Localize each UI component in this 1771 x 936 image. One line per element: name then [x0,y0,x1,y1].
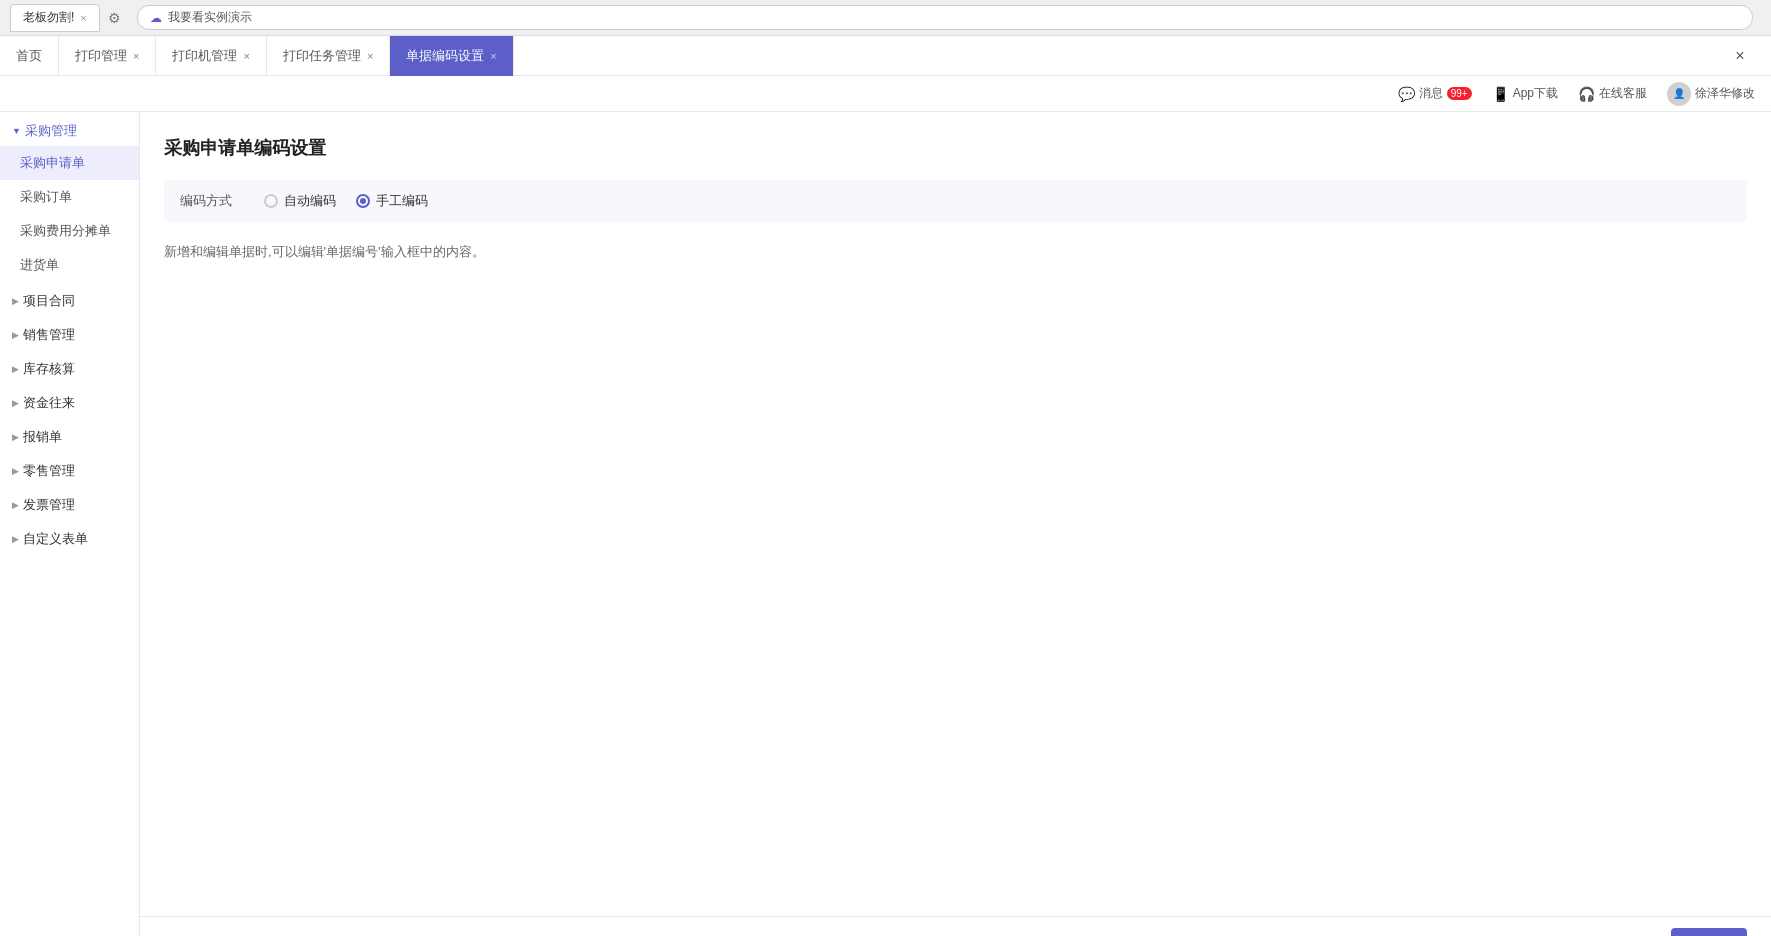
hint-text: 新增和编辑单据时,可以编辑'单据编号'输入框中的内容。 [164,242,1747,263]
tab-code-settings-label: 单据编码设置 [406,47,484,65]
tab-print-management-label: 打印管理 [75,47,127,65]
radio-manual-code[interactable]: 手工编码 [356,192,428,210]
message-button[interactable]: 💬 消息 99+ [1398,85,1472,102]
sidebar: 采购管理 采购申请单 采购订单 采购费用分摊单 进货单 项目合同 销售管理 库存… [0,112,140,936]
user-name: 徐泽华修改 [1695,85,1755,102]
radio-manual-code-circle [356,194,370,208]
browser-tab-close[interactable]: × [80,12,86,24]
tab-printer-management-close[interactable]: × [243,50,249,62]
app-download-button[interactable]: 📱 App下载 [1492,85,1558,102]
sidebar-item-purchase-order[interactable]: 采购订单 [0,180,139,214]
sidebar-group-project[interactable]: 项目合同 [0,282,139,316]
header-right: 💬 消息 99+ 📱 App下载 🎧 在线客服 👤 徐泽华修改 [1398,82,1755,106]
browser-address-bar[interactable]: ☁ 我要看实例演示 [137,5,1753,30]
sidebar-group-purchase-label: 采购管理 [25,122,77,140]
sidebar-item-purchase-request[interactable]: 采购申请单 [0,146,139,180]
content-main: 采购申请单编码设置 编码方式 自动编码 手工编码 新增和编辑单据时,可以编辑'单… [140,112,1771,916]
sidebar-group-project-label: 项目合同 [23,292,75,310]
browser-tab-label: 老板勿割! [23,9,74,26]
sidebar-group-retail[interactable]: 零售管理 [0,452,139,486]
online-service-button[interactable]: 🎧 在线客服 [1578,85,1647,102]
sidebar-group-retail-label: 零售管理 [23,462,75,480]
tab-print-management-close[interactable]: × [133,50,139,62]
save-button[interactable]: 保存 [1671,928,1747,937]
message-badge: 99+ [1447,87,1472,100]
browser-tab[interactable]: 老板勿割! × [10,4,100,32]
user-menu-button[interactable]: 👤 徐泽华修改 [1667,82,1755,106]
sidebar-group-sales[interactable]: 销售管理 [0,316,139,350]
nav-tab-print-task[interactable]: 打印任务管理 × [267,36,390,76]
radio-auto-code[interactable]: 自动编码 [264,192,336,210]
sidebar-group-invoice-label: 发票管理 [23,496,75,514]
content-area: 采购申请单编码设置 编码方式 自动编码 手工编码 新增和编辑单据时,可以编辑'单… [140,112,1771,936]
sidebar-group-custom-form-label: 自定义表单 [23,530,88,548]
settings-icon[interactable]: ⚙ [108,10,121,26]
encoding-label: 编码方式 [180,192,240,210]
sidebar-item-goods-receipt[interactable]: 进货单 [0,248,139,282]
app-download-label: App下载 [1513,85,1558,102]
tab-print-task-label: 打印任务管理 [283,47,361,65]
nav-tab-print-management[interactable]: 打印管理 × [59,36,156,76]
app-download-icon: 📱 [1492,86,1509,102]
sidebar-group-inventory[interactable]: 库存核算 [0,350,139,384]
sidebar-group-capital-label: 资金往来 [23,394,75,412]
tab-print-task-close[interactable]: × [367,50,373,62]
address-text: 我要看实例演示 [168,9,252,26]
main-layout: 采购管理 采购申请单 采购订单 采购费用分摊单 进货单 项目合同 销售管理 库存… [0,112,1771,936]
sidebar-group-capital[interactable]: 资金往来 [0,384,139,418]
tab-printer-management-label: 打印机管理 [172,47,237,65]
message-icon: 💬 [1398,86,1415,102]
header-bar: 💬 消息 99+ 📱 App下载 🎧 在线客服 👤 徐泽华修改 [0,76,1771,112]
radio-auto-code-label: 自动编码 [284,192,336,210]
sidebar-group-expense-label: 报销单 [23,428,62,446]
sidebar-group-expense[interactable]: 报销单 [0,418,139,452]
headset-icon: 🎧 [1578,86,1595,102]
nav-tab-printer-management[interactable]: 打印机管理 × [156,36,266,76]
sidebar-group-custom-form[interactable]: 自定义表单 [0,520,139,554]
sidebar-group-inventory-label: 库存核算 [23,360,75,378]
message-label: 消息 [1419,85,1443,102]
online-service-label: 在线客服 [1599,85,1647,102]
nav-tab-home[interactable]: 首页 [0,36,59,76]
sidebar-group-purchase[interactable]: 采购管理 [0,112,139,146]
top-nav: 首页 打印管理 × 打印机管理 × 打印任务管理 × 单据编码设置 × × [0,36,1771,76]
nav-tab-code-settings[interactable]: 单据编码设置 × [390,36,513,76]
top-nav-right: × [1725,41,1771,71]
content-footer: 保存 [140,916,1771,936]
radio-auto-code-circle [264,194,278,208]
page-title: 采购申请单编码设置 [164,136,1747,160]
tab-code-settings-close[interactable]: × [490,50,496,62]
browser-bar: 老板勿割! × ⚙ ☁ 我要看实例演示 [0,0,1771,36]
sidebar-group-invoice[interactable]: 发票管理 [0,486,139,520]
sidebar-group-sales-label: 销售管理 [23,326,75,344]
home-label: 首页 [16,47,42,65]
avatar: 👤 [1667,82,1691,106]
encoding-radio-group: 自动编码 手工编码 [264,192,428,210]
cloud-icon: ☁ [150,11,162,25]
encoding-row: 编码方式 自动编码 手工编码 [164,180,1747,222]
close-all-tabs-button[interactable]: × [1725,41,1755,71]
sidebar-item-purchase-expense[interactable]: 采购费用分摊单 [0,214,139,248]
radio-manual-code-label: 手工编码 [376,192,428,210]
